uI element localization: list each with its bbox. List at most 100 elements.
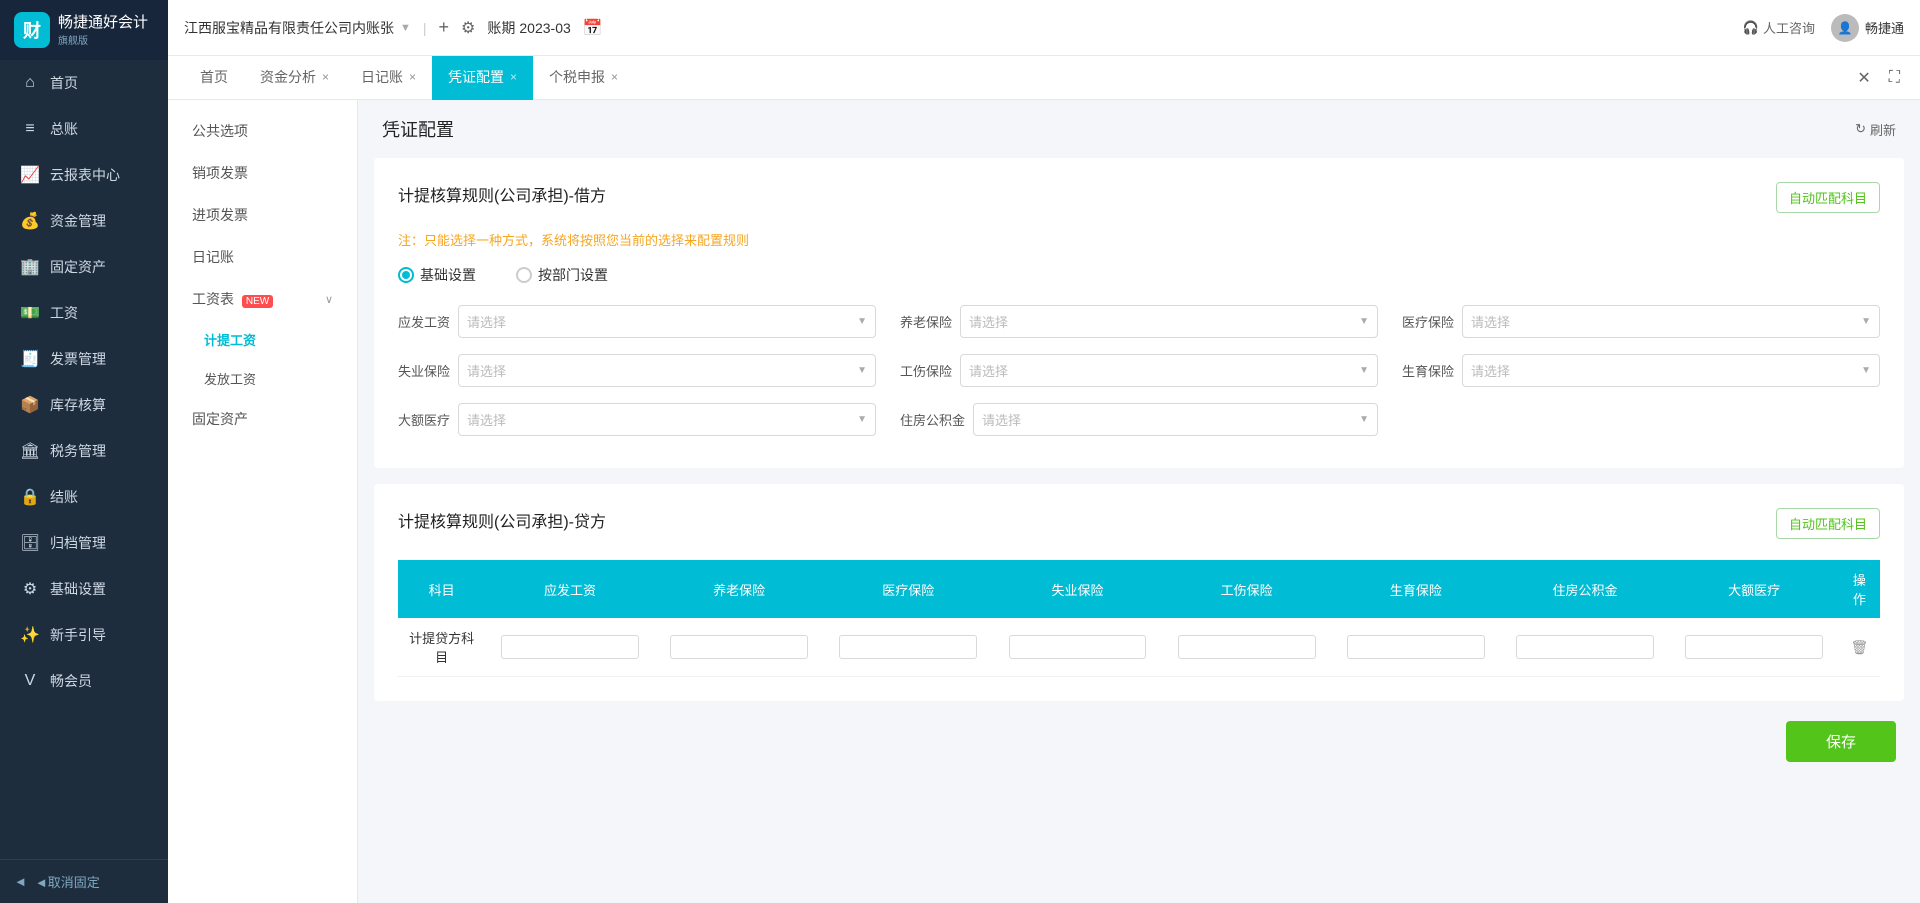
save-button[interactable]: 保存 xyxy=(1786,721,1896,762)
select-yingfa[interactable]: 请选择 ▼ xyxy=(458,305,876,338)
refresh-icon: ↻ xyxy=(1855,121,1866,137)
refresh-button[interactable]: ↻ 刷新 xyxy=(1855,120,1896,139)
sidebar-item-home[interactable]: ⌂ 首页 xyxy=(0,60,168,106)
cell-yingfa[interactable] xyxy=(485,618,654,677)
sidebar-item-fund[interactable]: 💰 资金管理 xyxy=(0,198,168,244)
col-shengyu: 生育保险 xyxy=(1331,560,1500,618)
sidebar-item-inventory[interactable]: 📦 库存核算 xyxy=(0,382,168,428)
nav-public[interactable]: 公共选项 xyxy=(168,110,357,152)
col-subject: 科目 xyxy=(398,560,485,618)
app-logo-icon: 财 xyxy=(14,12,50,48)
avatar: 👤 xyxy=(1831,14,1859,42)
panel-header: 凭证配置 ↻ 刷新 xyxy=(358,100,1920,150)
credit-section: 自动匹配科目 计提核算规则(公司承担)-贷方 科目 应发工资 养老保险 医疗保险… xyxy=(374,484,1904,701)
tab-fund-analysis[interactable]: 资金分析 × xyxy=(244,56,345,100)
sidebar-nav: ⌂ 首页 ≡ 总账 📈 云报表中心 💰 资金管理 🏢 固定资产 💵 工资 🧾 发… xyxy=(0,60,168,859)
input-yingfa[interactable] xyxy=(501,635,639,659)
input-yanglao[interactable] xyxy=(670,635,808,659)
sidebar-logo: 财 畅捷通好会计 旗舰版 xyxy=(0,0,168,60)
tab-tax-report[interactable]: 个税申报 × xyxy=(533,56,634,100)
cancel-fixed-icon: ◄ xyxy=(14,874,27,889)
input-daeyiliao[interactable] xyxy=(1685,635,1823,659)
radio-by-dept[interactable]: 按部门设置 xyxy=(516,265,608,285)
sidebar-item-vip[interactable]: V 畅会员 xyxy=(0,658,168,704)
input-yiliao[interactable] xyxy=(839,635,977,659)
col-daeyiliao: 大额医疗 xyxy=(1670,560,1839,618)
select-yiliao[interactable]: 请选择 ▼ xyxy=(1462,305,1880,338)
auto-match-debit-button[interactable]: 自动匹配科目 xyxy=(1776,182,1880,213)
tab-close-journal[interactable]: × xyxy=(409,70,416,84)
cell-shengyu[interactable] xyxy=(1331,618,1500,677)
sidebar-item-tax[interactable]: 🏛 税务管理 xyxy=(0,428,168,474)
tab-close-voucher-config[interactable]: × xyxy=(510,70,517,84)
nav-salary-table[interactable]: 工资表 NEW ∨ xyxy=(168,278,357,320)
guide-icon: ✨ xyxy=(20,625,40,645)
input-shiye[interactable] xyxy=(1009,635,1147,659)
form-item-gongjijin: 住房公积金 请选择 ▼ xyxy=(900,403,1378,436)
cancel-fixed-button[interactable]: ◄ ◄取消固定 xyxy=(0,859,168,903)
user-menu[interactable]: 👤 畅捷通 xyxy=(1831,14,1904,42)
cell-shiye[interactable] xyxy=(993,618,1162,677)
sidebar-item-general-ledger[interactable]: ≡ 总账 xyxy=(0,106,168,152)
nav-calc-salary[interactable]: 计提工资 xyxy=(168,320,357,359)
select-daeyiliao[interactable]: 请选择 ▼ xyxy=(458,403,876,436)
sidebar-item-fixed-assets[interactable]: 🏢 固定资产 xyxy=(0,244,168,290)
sidebar-item-basic[interactable]: ⚙ 基础设置 xyxy=(0,566,168,612)
sidebar-item-close[interactable]: 🔒 结账 xyxy=(0,474,168,520)
sidebar-item-salary[interactable]: 💵 工资 xyxy=(0,290,168,336)
select-shiye[interactable]: 请选择 ▼ xyxy=(458,354,876,387)
cell-gongjijin[interactable] xyxy=(1500,618,1669,677)
expand-tab-button[interactable]: ⛶ xyxy=(1885,65,1904,91)
tab-voucher-config[interactable]: 凭证配置 × xyxy=(432,56,533,100)
company-selector[interactable]: 江西服宝精品有限责任公司内账张 ▼ xyxy=(184,18,411,38)
sidebar-item-guide[interactable]: ✨ 新手引导 xyxy=(0,612,168,658)
tab-journal[interactable]: 日记账 × xyxy=(345,56,432,100)
form-item-yiliao: 医疗保险 请选择 ▼ xyxy=(1402,305,1880,338)
sidebar-item-invoice[interactable]: 🧾 发票管理 xyxy=(0,336,168,382)
tab-close-fund-analysis[interactable]: × xyxy=(322,70,329,84)
select-arrow-shengyu: ▼ xyxy=(1861,365,1871,376)
settings-button[interactable]: ⚙ xyxy=(461,18,475,38)
auto-match-credit-button[interactable]: 自动匹配科目 xyxy=(1776,508,1880,539)
cell-yanglao[interactable] xyxy=(655,618,824,677)
cell-yiliao[interactable] xyxy=(824,618,993,677)
sidebar-item-archive[interactable]: 🗄 归档管理 xyxy=(0,520,168,566)
cell-daeyiliao[interactable] xyxy=(1670,618,1839,677)
cell-gongshang[interactable] xyxy=(1162,618,1331,677)
nav-purchase-invoice[interactable]: 进项发票 xyxy=(168,194,357,236)
debit-section-title: 计提核算规则(公司承担)-借方 xyxy=(398,182,1880,206)
select-shengyu[interactable]: 请选择 ▼ xyxy=(1462,354,1880,387)
credit-table: 科目 应发工资 养老保险 医疗保险 失业保险 工伤保险 生育保险 住房公积金 大… xyxy=(398,560,1880,677)
sidebar: 财 畅捷通好会计 旗舰版 ⌂ 首页 ≡ 总账 📈 云报表中心 💰 资金管理 🏢 … xyxy=(0,0,168,903)
nav-sales-invoice[interactable]: 销项发票 xyxy=(168,152,357,194)
radio-dept-circle xyxy=(516,267,532,283)
select-yanglao[interactable]: 请选择 ▼ xyxy=(960,305,1378,338)
tax-icon: 🏛 xyxy=(20,441,40,461)
nav-pay-salary[interactable]: 发放工资 xyxy=(168,359,357,398)
nav-journal-entry[interactable]: 日记账 xyxy=(168,236,357,278)
input-shengyu[interactable] xyxy=(1347,635,1485,659)
select-arrow-gongjijin: ▼ xyxy=(1359,414,1369,425)
nav-fixed-assets[interactable]: 固定资产 xyxy=(168,398,357,440)
input-gongshang[interactable] xyxy=(1178,635,1316,659)
select-gongshang[interactable]: 请选择 ▼ xyxy=(960,354,1378,387)
calendar-icon[interactable]: 📅 xyxy=(583,18,603,38)
tab-close-tax-report[interactable]: × xyxy=(611,70,618,84)
close-book-icon: 🔒 xyxy=(20,487,40,507)
sidebar-item-reports[interactable]: 📈 云报表中心 xyxy=(0,152,168,198)
content-panel: 凭证配置 ↻ 刷新 自动匹配科目 计提核算规则(公司承担)-借方 注：只能选择一… xyxy=(358,100,1920,903)
tab-home[interactable]: 首页 xyxy=(184,56,244,100)
human-service-button[interactable]: 🎧 人工咨询 xyxy=(1743,18,1815,37)
input-gongjijin[interactable] xyxy=(1516,635,1654,659)
company-dropdown-icon: ▼ xyxy=(400,22,411,34)
debit-section-note: 注：只能选择一种方式，系统将按照您当前的选择来配置规则 xyxy=(398,230,1880,249)
select-gongjijin[interactable]: 请选择 ▼ xyxy=(973,403,1378,436)
delete-row-button[interactable]: 🗑 xyxy=(1850,639,1868,655)
add-company-button[interactable]: + xyxy=(439,17,450,38)
radio-basic[interactable]: 基础设置 xyxy=(398,265,476,285)
close-tab-button[interactable]: ✕ xyxy=(1853,64,1874,92)
form-item-shiye: 失业保险 请选择 ▼ xyxy=(398,354,876,387)
content-area: 公共选项 销项发票 进项发票 日记账 工资表 NEW ∨ 计提工资 xyxy=(168,100,1920,903)
col-shiye: 失业保险 xyxy=(993,560,1162,618)
radio-basic-circle xyxy=(398,267,414,283)
